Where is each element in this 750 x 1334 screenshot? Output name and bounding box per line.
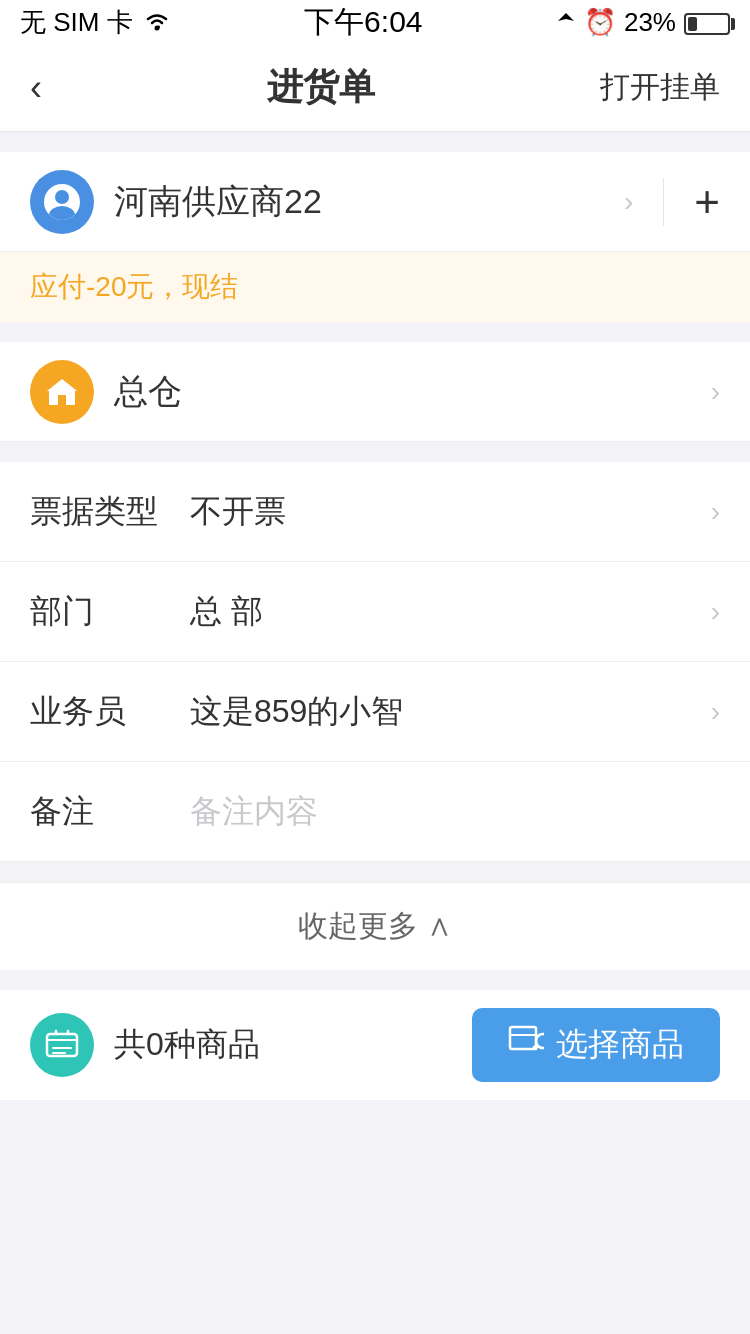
supplier-arrow-icon: › xyxy=(624,186,633,218)
notice-bar: 应付-20元，现结 xyxy=(0,252,750,322)
invoice-value: 不开票 xyxy=(170,490,711,534)
remark-input[interactable]: 备注内容 xyxy=(170,790,720,834)
salesperson-row[interactable]: 业务员 这是859的小智 › xyxy=(0,662,750,762)
collapse-label: 收起更多 ∧ xyxy=(298,906,451,947)
sales-label: 业务员 xyxy=(30,690,170,734)
page-title: 进货单 xyxy=(267,63,375,112)
bottom-bar: 共0种商品 选择商品 xyxy=(0,990,750,1100)
dept-arrow-icon: › xyxy=(711,596,720,628)
nav-bar: ‹ 进货单 打开挂单 xyxy=(0,44,750,132)
alarm-icon: ⏰ xyxy=(584,7,616,38)
supplier-row[interactable]: 河南供应商22 › + xyxy=(0,152,750,252)
sales-arrow-icon: › xyxy=(711,696,720,728)
warehouse-icon xyxy=(30,360,94,424)
open-pending-button[interactable]: 打开挂单 xyxy=(600,67,720,108)
status-left: 无 SIM 卡 xyxy=(20,5,171,40)
warehouse-name: 总仓 xyxy=(114,369,711,415)
add-supplier-button[interactable]: + xyxy=(694,180,720,224)
supplier-section: 河南供应商22 › + 应付-20元，现结 xyxy=(0,152,750,322)
warehouse-row[interactable]: 总仓 › xyxy=(0,342,750,442)
select-btn-label: 选择商品 xyxy=(556,1023,684,1067)
warehouse-arrow-icon: › xyxy=(711,376,720,408)
collapse-button[interactable]: 收起更多 ∧ xyxy=(0,882,750,970)
dept-value: 总 部 xyxy=(170,590,711,634)
svg-marker-2 xyxy=(47,379,77,391)
dept-label: 部门 xyxy=(30,590,170,634)
svg-rect-5 xyxy=(510,1027,536,1049)
product-icon xyxy=(30,1013,94,1077)
select-product-button[interactable]: 选择商品 xyxy=(472,1008,720,1082)
back-button[interactable]: ‹ xyxy=(30,67,42,109)
svg-rect-3 xyxy=(58,395,66,405)
status-right: ⏰ 23% xyxy=(556,7,730,38)
supplier-divider xyxy=(663,178,664,226)
invoice-label: 票据类型 xyxy=(30,490,170,534)
status-time: 下午6:04 xyxy=(304,2,422,43)
remark-label: 备注 xyxy=(30,790,170,834)
status-bar: 无 SIM 卡 下午6:04 ⏰ 23% xyxy=(0,0,750,44)
section-gap-1 xyxy=(0,132,750,152)
svg-point-0 xyxy=(154,25,159,30)
invoice-arrow-icon: › xyxy=(711,496,720,528)
sales-value: 这是859的小智 xyxy=(170,690,711,734)
select-btn-icon xyxy=(508,1023,544,1067)
wifi-icon xyxy=(143,7,171,38)
form-section: 票据类型 不开票 › 部门 总 部 › 业务员 这是859的小智 › 备注 备注… xyxy=(0,462,750,862)
section-gap-2 xyxy=(0,322,750,342)
product-count: 共0种商品 xyxy=(114,1023,472,1067)
location-icon xyxy=(556,7,576,38)
supplier-name: 河南供应商22 xyxy=(114,179,624,225)
remark-row[interactable]: 备注 备注内容 xyxy=(0,762,750,862)
battery-icon xyxy=(684,7,730,38)
avatar-icon xyxy=(44,184,80,220)
department-row[interactable]: 部门 总 部 › xyxy=(0,562,750,662)
supplier-avatar xyxy=(30,170,94,234)
signal-text: 无 SIM 卡 xyxy=(20,5,133,40)
notice-text: 应付-20元，现结 xyxy=(30,271,238,302)
invoice-type-row[interactable]: 票据类型 不开票 › xyxy=(0,462,750,562)
battery-percent: 23% xyxy=(624,7,676,38)
